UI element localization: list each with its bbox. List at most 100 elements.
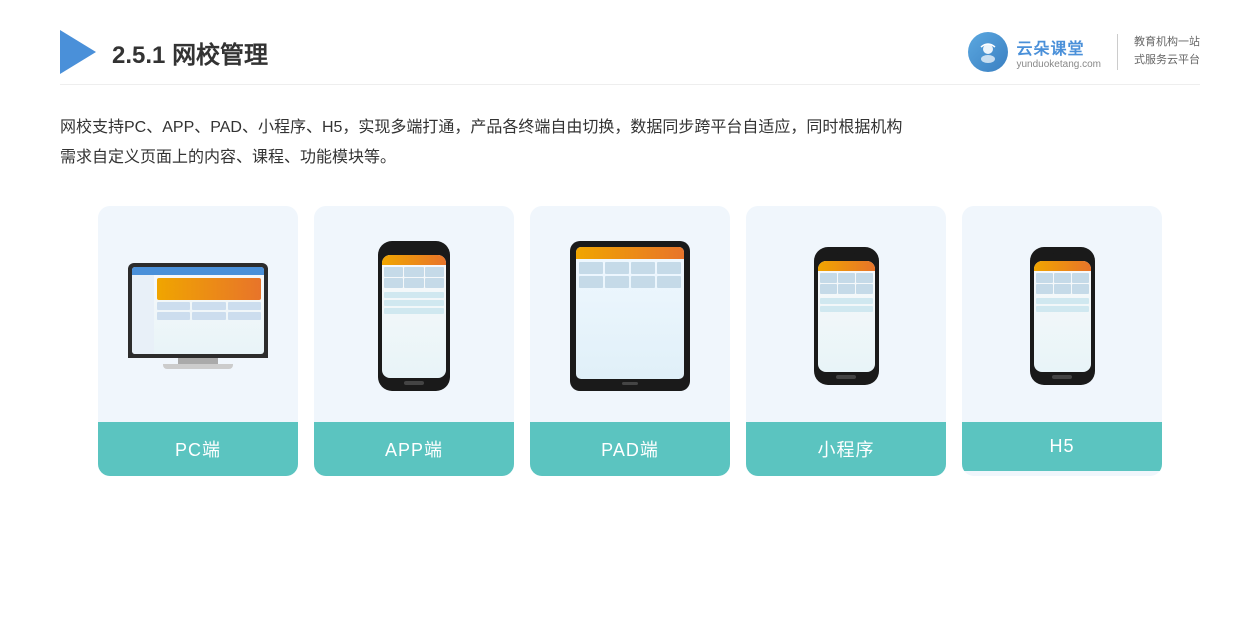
pc-grid xyxy=(157,302,261,320)
h5-mockup-container xyxy=(978,226,1146,406)
app-mockup-container xyxy=(330,226,498,406)
pad-grid-item xyxy=(657,262,681,274)
brand-divider xyxy=(1117,34,1118,70)
brand-icon xyxy=(968,32,1008,72)
phone-home-btn xyxy=(404,381,424,385)
mini-list-item xyxy=(820,306,873,312)
card-h5: H5 xyxy=(962,206,1162,476)
pad-mockup-container xyxy=(546,226,714,406)
brand-slogan: 教育机构一站 式服务云平台 xyxy=(1134,34,1200,69)
pad-grid-item xyxy=(579,262,603,274)
phone-list-item xyxy=(384,292,444,298)
pc-grid-item xyxy=(228,312,261,320)
h5-list-item xyxy=(1036,306,1089,312)
brand-domain: yunduoketang.com xyxy=(1016,59,1101,70)
mini-grid-item xyxy=(820,284,837,294)
phone-screen xyxy=(382,255,446,378)
mini-list xyxy=(818,296,875,316)
header-right: 云朵课堂 yunduoketang.com 教育机构一站 式服务云平台 xyxy=(968,32,1200,72)
card-app: APP端 xyxy=(314,206,514,476)
card-pad: PAD端 xyxy=(530,206,730,476)
card-label-h5: H5 xyxy=(962,422,1162,471)
h5-grid-item xyxy=(1036,284,1053,294)
mini-grid-item xyxy=(838,284,855,294)
page-title: 2.5.1 网校管理 xyxy=(112,35,268,70)
h5-grid-item xyxy=(1036,273,1053,283)
phone-grid-item xyxy=(384,267,403,277)
miniprogram-screen xyxy=(818,261,875,372)
pad-grid-item xyxy=(631,276,655,288)
card-miniprogram: 小程序 xyxy=(746,206,946,476)
mini-home-btn xyxy=(836,375,856,379)
pad-device-mockup xyxy=(570,241,690,391)
brand-text: 云朵课堂 yunduoketang.com xyxy=(1016,35,1101,70)
cards-section: PC端 xyxy=(60,206,1200,476)
pc-grid-item xyxy=(192,302,225,310)
phone-notch-mini xyxy=(836,253,856,258)
card-label-pad: PAD端 xyxy=(530,422,730,476)
pad-screen-top xyxy=(576,247,684,259)
pc-base xyxy=(163,364,233,369)
phone-grid-item xyxy=(404,267,423,277)
mini-grid-item xyxy=(820,273,837,283)
pc-grid-item xyxy=(157,302,190,310)
phone-notch-h5 xyxy=(1052,253,1072,258)
pc-banner xyxy=(157,278,261,300)
description-line1: 网校支持PC、APP、PAD、小程序、H5，实现多端打通，产品各终端自由切换，数… xyxy=(60,113,1200,143)
pc-grid-item xyxy=(228,302,261,310)
mini-grid-item xyxy=(856,284,873,294)
h5-phone-mockup xyxy=(1030,247,1095,385)
card-label-app: APP端 xyxy=(314,422,514,476)
phone-grid-item xyxy=(384,278,403,288)
phone-grid-item xyxy=(404,278,423,288)
pad-grid-item xyxy=(631,262,655,274)
h5-grid-item xyxy=(1072,284,1089,294)
brand-logo: 云朵课堂 yunduoketang.com xyxy=(968,32,1101,72)
mini-grid xyxy=(818,271,875,296)
phone-notch xyxy=(404,247,424,252)
pad-screen xyxy=(576,247,684,379)
description-text: 网校支持PC、APP、PAD、小程序、H5，实现多端打通，产品各终端自由切换，数… xyxy=(60,113,1200,174)
phone-list-item xyxy=(384,308,444,314)
pad-home-btn xyxy=(622,382,638,385)
h5-home-btn xyxy=(1052,375,1072,379)
phone-list xyxy=(382,290,446,318)
h5-grid-item xyxy=(1054,284,1071,294)
pc-stand xyxy=(178,358,218,364)
h5-grid-item xyxy=(1072,273,1089,283)
mini-list-item xyxy=(820,298,873,304)
miniprogram-phone-mockup xyxy=(814,247,879,385)
h5-screen-top xyxy=(1034,261,1091,271)
pc-screen-inner xyxy=(132,267,264,354)
h5-grid-item xyxy=(1054,273,1071,283)
phone-screen-top xyxy=(382,255,446,265)
pc-screen-outer xyxy=(128,263,268,358)
pad-grid-item xyxy=(605,262,629,274)
pad-grid-item xyxy=(579,276,603,288)
header: 2.5.1 网校管理 云朵课堂 yunduoketang.com xyxy=(60,30,1200,85)
pc-main xyxy=(154,275,264,354)
pc-sidebar xyxy=(132,275,154,354)
card-label-miniprogram: 小程序 xyxy=(746,422,946,476)
pc-body xyxy=(132,275,264,354)
description-line2: 需求自定义页面上的内容、课程、功能模块等。 xyxy=(60,143,1200,173)
h5-grid xyxy=(1034,271,1091,296)
mini-screen-top xyxy=(818,261,875,271)
card-label-pc: PC端 xyxy=(98,422,298,476)
pc-mockup xyxy=(128,263,268,369)
header-left: 2.5.1 网校管理 xyxy=(60,30,268,74)
card-pc: PC端 xyxy=(98,206,298,476)
h5-screen xyxy=(1034,261,1091,372)
mini-grid-item xyxy=(838,273,855,283)
title-bold: 网校管理 xyxy=(172,42,268,69)
pad-grid-item xyxy=(605,276,629,288)
h5-list-item xyxy=(1036,298,1089,304)
phone-grid-item xyxy=(425,267,444,277)
h5-list xyxy=(1034,296,1091,316)
logo-triangle-icon xyxy=(60,30,96,74)
phone-list-item xyxy=(384,300,444,306)
miniprogram-mockup-container xyxy=(762,226,930,406)
pc-grid-item xyxy=(192,312,225,320)
pc-grid-item xyxy=(157,312,190,320)
page-container: 2.5.1 网校管理 云朵课堂 yunduoketang.com xyxy=(0,0,1260,630)
